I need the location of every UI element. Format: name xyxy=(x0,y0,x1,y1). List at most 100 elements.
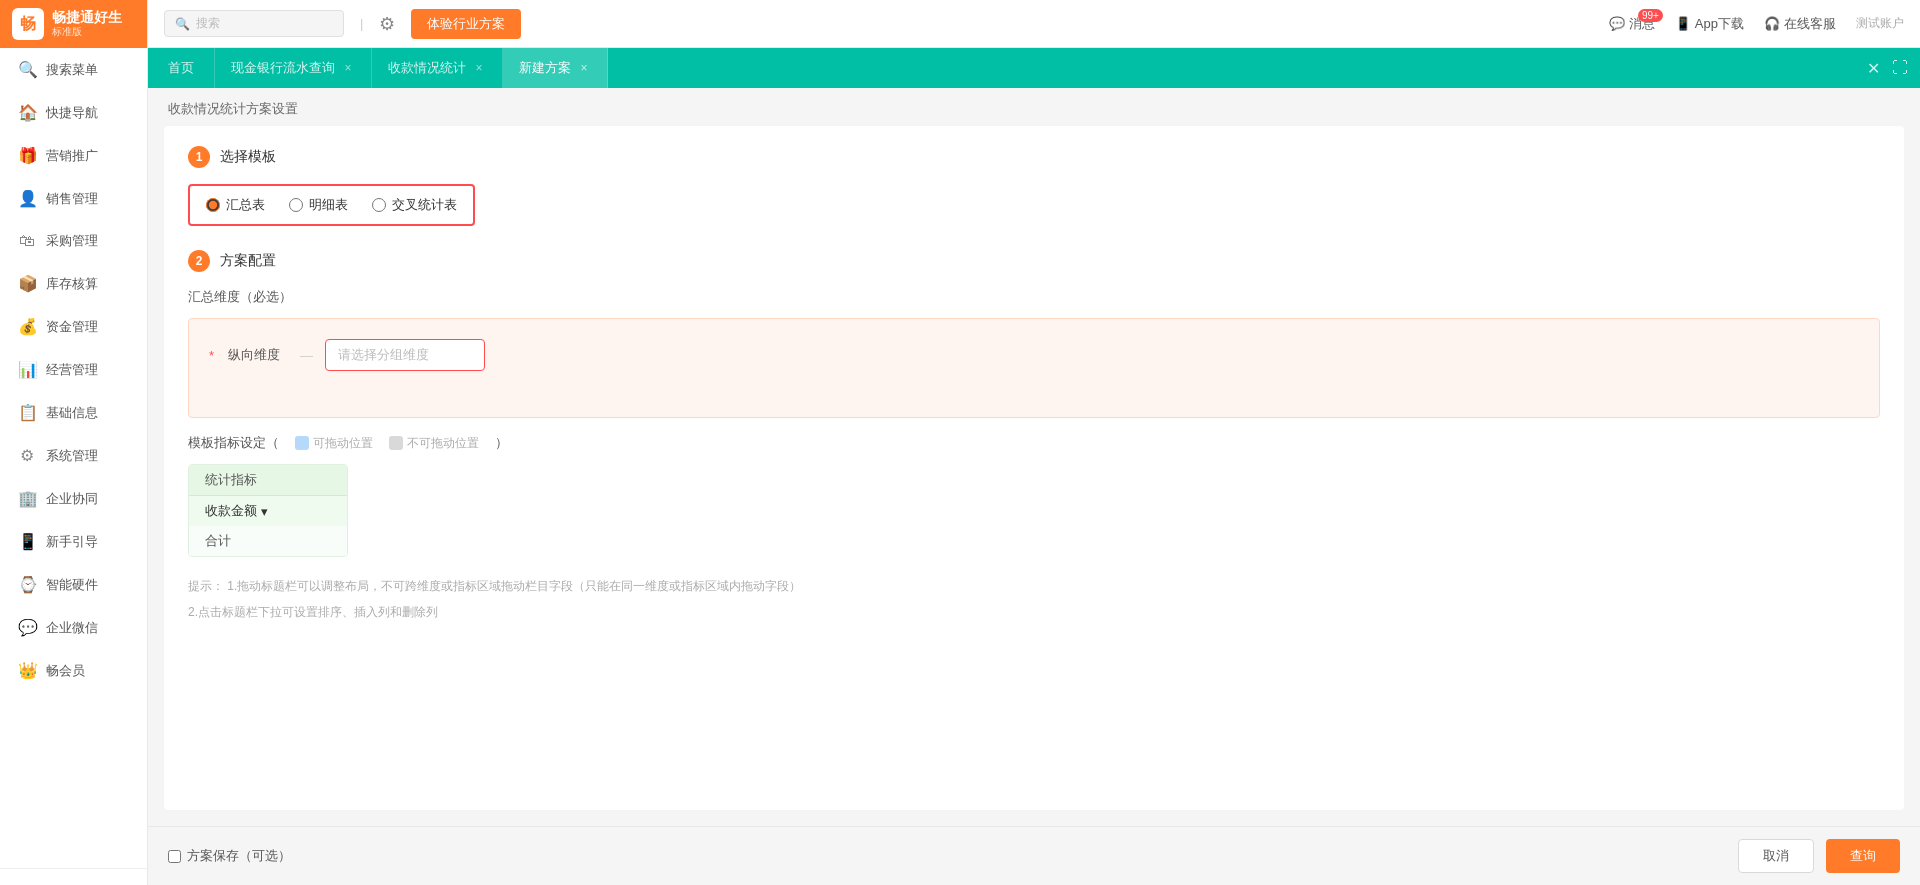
operations-icon: 📊 xyxy=(18,360,36,379)
marketing-label: 营销推广 xyxy=(46,147,98,165)
radio-summary-label: 汇总表 xyxy=(226,196,265,214)
sidebar-item-system[interactable]: ⚙ 系统管理 xyxy=(0,434,147,477)
metrics-dropdown[interactable]: 收款金额 ▾ xyxy=(205,502,268,520)
system-icon: ⚙ xyxy=(18,446,36,465)
sidebar-item-smart-hardware[interactable]: ⌚智能硬件 xyxy=(0,563,147,606)
close-tab-icon[interactable]: ✕ xyxy=(1867,59,1880,78)
enterprise-collab-icon: 🏢 xyxy=(18,489,36,508)
footer: 方案保存（可选） 取消 查询 xyxy=(148,826,1920,885)
sidebar-item-basic-info[interactable]: 📋基础信息 xyxy=(0,391,147,434)
radio-summary[interactable]: 汇总表 xyxy=(206,196,265,214)
vip-label: 畅会员 xyxy=(46,662,85,680)
topbar: 🔍 搜索 | ⚙ 体验行业方案 💬 消息 99+ 📱 App下载 🎧 在线客服 … xyxy=(148,0,1920,48)
notification-badge[interactable]: 💬 消息 99+ xyxy=(1609,15,1655,33)
enterprise-wechat-icon: 💬 xyxy=(18,618,36,637)
support-icon: 🎧 xyxy=(1764,16,1780,31)
topbar-divider: | xyxy=(360,16,363,31)
step1-title: 选择模板 xyxy=(220,148,276,166)
step1-header: 1 选择模板 xyxy=(188,146,1880,168)
step2-num: 2 xyxy=(188,250,210,272)
dimension-area: * 纵向维度 — 请选择分组维度 xyxy=(188,318,1880,418)
radio-summary-input[interactable] xyxy=(206,198,220,212)
tab-new-plan-label: 新建方案 xyxy=(519,59,571,77)
draggable-label: 可拖动位置 xyxy=(313,435,373,452)
tab-bank-flow[interactable]: 现金银行流水查询 × xyxy=(215,48,372,88)
sidebar-item-beginner-guide[interactable]: 📱新手引导 xyxy=(0,520,147,563)
search-placeholder-text: 搜索 xyxy=(196,15,220,32)
system-label: 系统管理 xyxy=(46,447,98,465)
tab-new-plan-close[interactable]: × xyxy=(577,61,591,75)
finance-icon: 💰 xyxy=(18,317,36,336)
non-draggable-dot xyxy=(389,436,403,450)
purchase-label: 采购管理 xyxy=(46,232,98,250)
radio-detail[interactable]: 明细表 xyxy=(289,196,348,214)
step2-title: 方案配置 xyxy=(220,252,276,270)
save-plan-area: 方案保存（可选） xyxy=(168,847,291,865)
tab-home-label: 首页 xyxy=(168,59,194,77)
sidebar-item-quick-nav[interactable]: 🏠快捷导航 xyxy=(0,91,147,134)
draggable-dot xyxy=(295,436,309,450)
logo-sub: 标准版 xyxy=(52,25,122,39)
tab-collection-stats-close[interactable]: × xyxy=(472,61,486,75)
main-area: 🔍 搜索 | ⚙ 体验行业方案 💬 消息 99+ 📱 App下载 🎧 在线客服 … xyxy=(148,0,1920,885)
industry-plan-button[interactable]: 体验行业方案 xyxy=(411,9,521,39)
sidebar-item-sales[interactable]: 👤销售管理 xyxy=(0,177,147,220)
sidebar-item-finance[interactable]: 💰资金管理 xyxy=(0,305,147,348)
radio-cross[interactable]: 交叉统计表 xyxy=(372,196,457,214)
tab-collection-stats[interactable]: 收款情况统计 × xyxy=(372,48,503,88)
tab-bank-flow-close[interactable]: × xyxy=(341,61,355,75)
search-menu-icon: 🔍 xyxy=(18,60,36,79)
tab-collection-stats-label: 收款情况统计 xyxy=(388,59,466,77)
basic-info-label: 基础信息 xyxy=(46,404,98,422)
search-menu-label: 搜索菜单 xyxy=(46,61,98,79)
vertical-dim-label: 纵向维度 xyxy=(228,346,288,364)
marketing-icon: 🎁 xyxy=(18,146,36,165)
save-plan-checkbox[interactable] xyxy=(168,850,181,863)
app-download-link[interactable]: 📱 App下载 xyxy=(1675,15,1744,33)
cancel-button[interactable]: 取消 xyxy=(1738,839,1814,873)
step1-section: 1 选择模板 汇总表 明细表 交叉统计表 xyxy=(188,146,1880,226)
radio-cross-input[interactable] xyxy=(372,198,386,212)
sidebar-item-inventory[interactable]: 📦库存核算 xyxy=(0,262,147,305)
logo-icon: 畅 xyxy=(12,8,44,40)
dimension-select[interactable]: 请选择分组维度 xyxy=(325,339,485,371)
tab-bank-flow-label: 现金银行流水查询 xyxy=(231,59,335,77)
form-container: 1 选择模板 汇总表 明细表 交叉统计表 xyxy=(164,126,1904,810)
operations-label: 经营管理 xyxy=(46,361,98,379)
sidebar-item-enterprise-collab[interactable]: 🏢企业协同 xyxy=(0,477,147,520)
notification-count: 99+ xyxy=(1638,9,1663,22)
non-draggable-label: 不可拖动位置 xyxy=(407,435,479,452)
sidebar-item-operations[interactable]: 📊 经营管理 xyxy=(0,348,147,391)
metrics-row-selector[interactable]: 收款金额 ▾ xyxy=(189,496,347,526)
tab-home[interactable]: 首页 xyxy=(148,48,215,88)
arrow-separator: — xyxy=(300,348,313,363)
expand-icon[interactable]: ⛶ xyxy=(1892,59,1908,77)
online-support-link[interactable]: 🎧 在线客服 xyxy=(1764,15,1836,33)
breadcrumb: 收款情况统计方案设置 xyxy=(148,88,1920,126)
sidebar-item-vip[interactable]: 👑畅会员 xyxy=(0,649,147,692)
search-box[interactable]: 🔍 搜索 xyxy=(164,10,344,37)
topbar-right: 💬 消息 99+ 📱 App下载 🎧 在线客服 测试账户 xyxy=(1609,15,1904,33)
save-plan-label: 方案保存（可选） xyxy=(187,847,291,865)
step2-header: 2 方案配置 xyxy=(188,250,1880,272)
user-name[interactable]: 测试账户 xyxy=(1856,15,1904,32)
tip2: 2.点击标题栏下拉可设置排序、插入列和删除列 xyxy=(188,602,1880,624)
sidebar: 畅 畅捷通好生 标准版 🔍搜索菜单🏠快捷导航🎁营销推广👤销售管理🛍采购管理📦库存… xyxy=(0,0,148,885)
tips-section: 提示： 1.拖动标题栏可以调整布局，不可跨维度或指标区域拖动栏目字段（只能在同一… xyxy=(188,576,1880,623)
sidebar-item-marketing[interactable]: 🎁 营销推广 xyxy=(0,134,147,177)
sidebar-item-search-menu[interactable]: 🔍 搜索菜单 xyxy=(0,48,147,91)
tip1: 提示： 1.拖动标题栏可以调整布局，不可跨维度或指标区域拖动栏目字段（只能在同一… xyxy=(188,576,1880,598)
inventory-icon: 📦 xyxy=(18,274,36,293)
tabbar: 首页 现金银行流水查询 × 收款情况统计 × 新建方案 × ✕ ⛶ xyxy=(148,48,1920,88)
sales-label: 销售管理 xyxy=(46,190,98,208)
query-button[interactable]: 查询 xyxy=(1826,839,1900,873)
radio-detail-input[interactable] xyxy=(289,198,303,212)
metrics-table: 统计指标 收款金额 ▾ 合计 xyxy=(188,464,348,557)
sidebar-item-purchase[interactable]: 🛍采购管理 xyxy=(0,220,147,262)
sidebar-item-enterprise-wechat[interactable]: 💬企业微信 xyxy=(0,606,147,649)
tab-new-plan[interactable]: 新建方案 × xyxy=(503,48,608,88)
metrics-subtotal: 合计 xyxy=(189,526,347,556)
gear-icon[interactable]: ⚙ xyxy=(379,13,395,35)
content-area: 收款情况统计方案设置 1 选择模板 汇总表 明细表 xyxy=(148,88,1920,885)
template-options: 汇总表 明细表 交叉统计表 xyxy=(188,184,475,226)
